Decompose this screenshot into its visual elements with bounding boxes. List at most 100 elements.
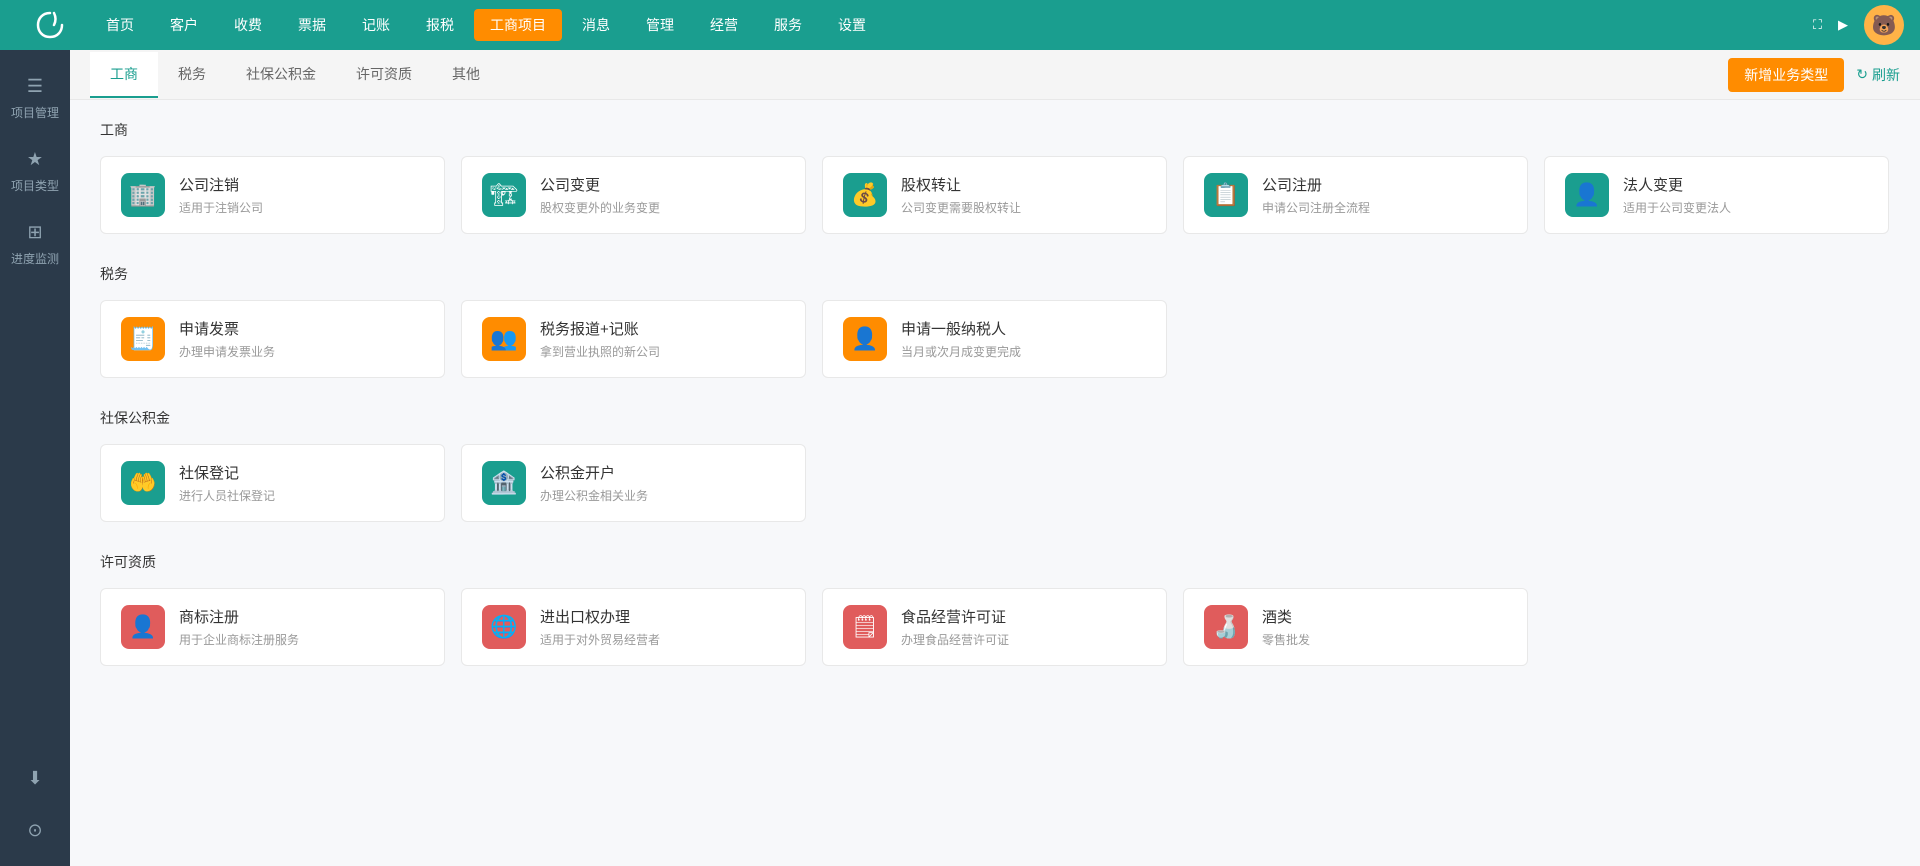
fullscreen-btn[interactable]: ⛶ — [1813, 17, 1826, 33]
section-title-0: 工商 — [100, 120, 1890, 140]
card-text-0-0: 公司注销 适用于注销公司 — [179, 174, 424, 216]
card-text-0-1: 公司变更 股权变更外的业务变更 — [540, 174, 785, 216]
sidebar-item-2[interactable]: ⊞进度监测 — [0, 206, 70, 279]
nav-item-6[interactable]: 工商项目 — [474, 9, 562, 41]
tab-actions: 新增业务类型 ↻ 刷新 — [1728, 58, 1900, 92]
card-icon-1-0: 🧾 — [121, 317, 165, 361]
card-0-1[interactable]: 🏗 公司变更 股权变更外的业务变更 — [461, 156, 806, 234]
main-layout: ☰项目管理★项目类型⊞进度监测⬇⊙ 工商税务社保公积金许可资质其他 新增业务类型… — [0, 50, 1920, 866]
card-desc-0-4: 适用于公司变更法人 — [1623, 199, 1868, 216]
tab-3[interactable]: 许可资质 — [336, 52, 432, 98]
tab-2[interactable]: 社保公积金 — [226, 52, 336, 98]
card-desc-0-0: 适用于注销公司 — [179, 199, 424, 216]
fullscreen-icon: ⛶ — [1813, 17, 1822, 33]
card-text-3-0: 商标注册 用于企业商标注册服务 — [179, 606, 424, 648]
card-0-3[interactable]: 📋 公司注册 申请公司注册全流程 — [1183, 156, 1528, 234]
card-icon-3-0: 👤 — [121, 605, 165, 649]
vip-icon: ▶ — [1838, 17, 1848, 33]
scroll-content[interactable]: 工商 🏢 公司注销 适用于注销公司 🏗 公司变更 股权变更外的业务变更 💰 股权… — [70, 100, 1920, 866]
card-text-0-4: 法人变更 适用于公司变更法人 — [1623, 174, 1868, 216]
card-title-0-0: 公司注销 — [179, 174, 424, 195]
tab-4[interactable]: 其他 — [432, 52, 500, 98]
card-title-2-1: 公积金开户 — [540, 462, 785, 483]
tab-0[interactable]: 工商 — [90, 52, 158, 98]
card-3-3[interactable]: 🍶 酒类 零售批发 — [1183, 588, 1528, 666]
card-title-1-2: 申请一般纳税人 — [901, 318, 1146, 339]
nav-menu: 首页客户收费票据记账报税工商项目消息管理经营服务设置 — [90, 9, 1813, 41]
sidebar-icon-0: ☰ — [21, 72, 49, 100]
card-text-2-0: 社保登记 进行人员社保登记 — [179, 462, 424, 504]
card-desc-2-0: 进行人员社保登记 — [179, 487, 424, 504]
nav-item-7[interactable]: 消息 — [566, 9, 626, 41]
sidebar-bottom-item-1[interactable]: ⊙ — [0, 804, 70, 856]
nav-item-1[interactable]: 客户 — [154, 9, 214, 41]
card-1-2[interactable]: 👤 申请一般纳税人 当月或次月成变更完成 — [822, 300, 1167, 378]
card-text-0-3: 公司注册 申请公司注册全流程 — [1262, 174, 1507, 216]
nav-item-0[interactable]: 首页 — [90, 9, 150, 41]
nav-item-4[interactable]: 记账 — [346, 9, 406, 41]
section-title-2: 社保公积金 — [100, 408, 1890, 428]
card-desc-2-1: 办理公积金相关业务 — [540, 487, 785, 504]
nav-item-11[interactable]: 设置 — [822, 9, 882, 41]
refresh-icon: ↻ — [1856, 66, 1868, 83]
card-icon-0-2: 💰 — [843, 173, 887, 217]
nav-right: ⛶ ▶ 🐻 — [1813, 5, 1920, 45]
sidebar-item-0[interactable]: ☰ 项目管理 — [0, 60, 70, 133]
sidebar-label-0: 项目管理 — [11, 104, 59, 121]
card-3-2[interactable]: 🗒 食品经营许可证 办理食品经营许可证 — [822, 588, 1167, 666]
card-text-1-2: 申请一般纳税人 当月或次月成变更完成 — [901, 318, 1146, 360]
nav-item-9[interactable]: 经营 — [694, 9, 754, 41]
card-icon-1-1: 👥 — [482, 317, 526, 361]
sidebar-bottom-icon-0: ⬇ — [21, 764, 49, 792]
mascot-avatar[interactable]: 🐻 — [1864, 5, 1904, 45]
card-text-3-3: 酒类 零售批发 — [1262, 606, 1507, 648]
sidebar-icon-2: ⊞ — [21, 218, 49, 246]
card-desc-3-2: 办理食品经营许可证 — [901, 631, 1146, 648]
cards-row-3: 👤 商标注册 用于企业商标注册服务 🌐 进出口权办理 适用于对外贸易经营者 🗒 … — [100, 588, 1890, 666]
card-3-1[interactable]: 🌐 进出口权办理 适用于对外贸易经营者 — [461, 588, 806, 666]
card-text-2-1: 公积金开户 办理公积金相关业务 — [540, 462, 785, 504]
card-icon-2-0: 🤲 — [121, 461, 165, 505]
tab-bar: 工商税务社保公积金许可资质其他 新增业务类型 ↻ 刷新 — [70, 50, 1920, 100]
top-navigation: 首页客户收费票据记账报税工商项目消息管理经营服务设置 ⛶ ▶ 🐻 — [0, 0, 1920, 50]
card-desc-1-0: 办理申请发票业务 — [179, 343, 424, 360]
card-3-0[interactable]: 👤 商标注册 用于企业商标注册服务 — [100, 588, 445, 666]
card-title-3-1: 进出口权办理 — [540, 606, 785, 627]
refresh-label: 刷新 — [1872, 65, 1900, 85]
card-icon-3-1: 🌐 — [482, 605, 526, 649]
card-desc-3-1: 适用于对外贸易经营者 — [540, 631, 785, 648]
sidebar-bottom-item-0[interactable]: ⬇ — [0, 752, 70, 804]
logo — [20, 9, 80, 41]
vip-btn[interactable]: ▶ — [1838, 17, 1852, 33]
card-2-1[interactable]: 🏦 公积金开户 办理公积金相关业务 — [461, 444, 806, 522]
card-2-0[interactable]: 🤲 社保登记 进行人员社保登记 — [100, 444, 445, 522]
card-title-0-4: 法人变更 — [1623, 174, 1868, 195]
card-icon-3-3: 🍶 — [1204, 605, 1248, 649]
add-business-type-button[interactable]: 新增业务类型 — [1728, 58, 1844, 92]
nav-item-5[interactable]: 报税 — [410, 9, 470, 41]
card-0-4[interactable]: 👤 法人变更 适用于公司变更法人 — [1544, 156, 1889, 234]
nav-item-10[interactable]: 服务 — [758, 9, 818, 41]
card-0-0[interactable]: 🏢 公司注销 适用于注销公司 — [100, 156, 445, 234]
card-icon-2-1: 🏦 — [482, 461, 526, 505]
nav-item-3[interactable]: 票据 — [282, 9, 342, 41]
cards-row-1: 🧾 申请发票 办理申请发票业务 👥 税务报道+记账 拿到营业执照的新公司 👤 申… — [100, 300, 1890, 378]
section-title-3: 许可资质 — [100, 552, 1890, 572]
card-desc-1-2: 当月或次月成变更完成 — [901, 343, 1146, 360]
nav-item-2[interactable]: 收费 — [218, 9, 278, 41]
refresh-button[interactable]: ↻ 刷新 — [1856, 65, 1900, 85]
tab-1[interactable]: 税务 — [158, 52, 226, 98]
card-0-2[interactable]: 💰 股权转让 公司变更需要股权转让 — [822, 156, 1167, 234]
cards-row-2: 🤲 社保登记 进行人员社保登记 🏦 公积金开户 办理公积金相关业务 — [100, 444, 1890, 522]
card-text-3-2: 食品经营许可证 办理食品经营许可证 — [901, 606, 1146, 648]
card-desc-1-1: 拿到营业执照的新公司 — [540, 343, 785, 360]
card-1-0[interactable]: 🧾 申请发票 办理申请发票业务 — [100, 300, 445, 378]
card-title-3-0: 商标注册 — [179, 606, 424, 627]
sidebar-item-1[interactable]: ★项目类型 — [0, 133, 70, 206]
card-1-1[interactable]: 👥 税务报道+记账 拿到营业执照的新公司 — [461, 300, 806, 378]
nav-item-8[interactable]: 管理 — [630, 9, 690, 41]
card-title-1-1: 税务报道+记账 — [540, 318, 785, 339]
card-icon-0-0: 🏢 — [121, 173, 165, 217]
card-desc-3-3: 零售批发 — [1262, 631, 1507, 648]
card-text-0-2: 股权转让 公司变更需要股权转让 — [901, 174, 1146, 216]
